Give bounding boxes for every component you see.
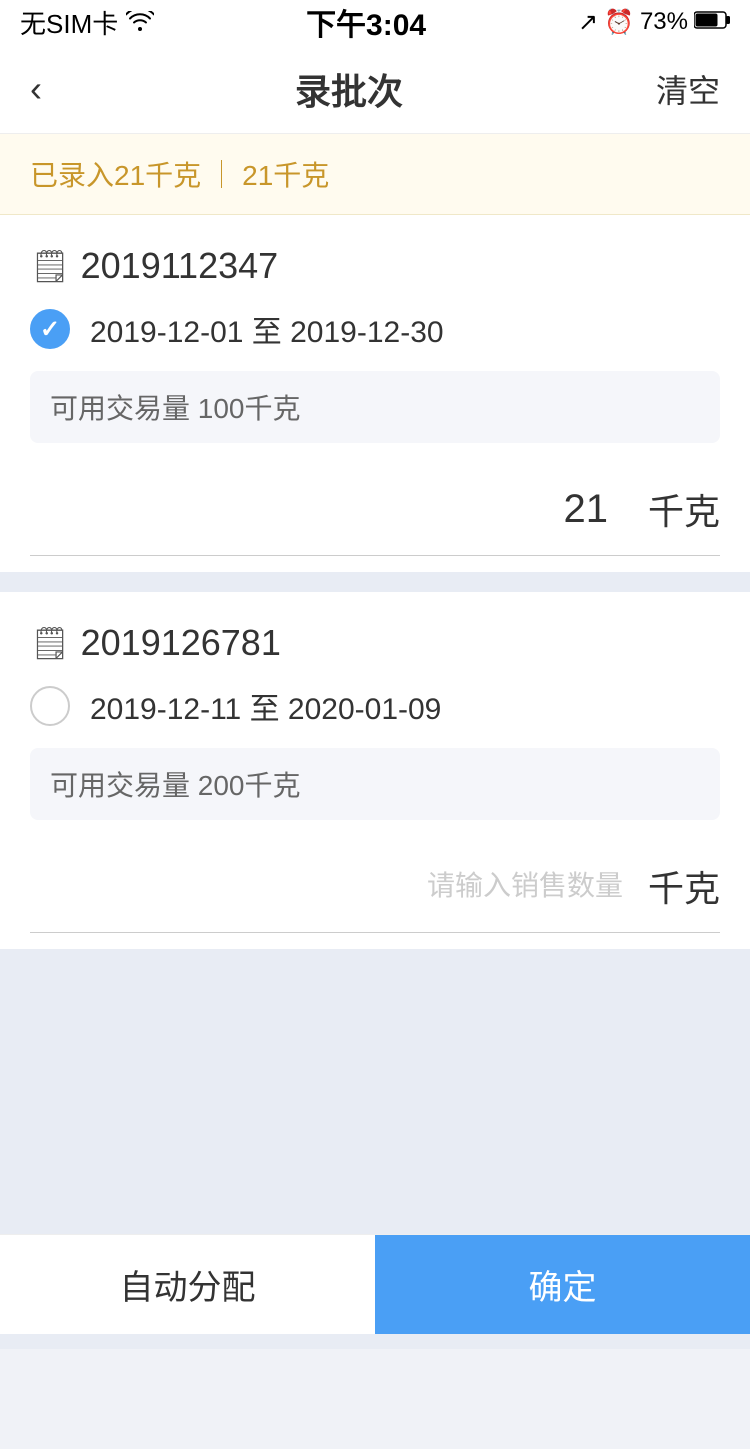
wifi-icon <box>126 7 154 38</box>
summary-bar: 已录入21千克 21千克 <box>0 134 750 215</box>
status-left: 无SIM卡 <box>20 4 154 41</box>
batch-card-2: 🗒 2019126781 2019-12-11 至 2020-01-09 可用交… <box>0 592 750 949</box>
nav-bar: ‹ 录批次 清空 <box>0 44 750 134</box>
quantity-input-2[interactable] <box>338 870 638 902</box>
batch-avail-2: 可用交易量 200千克 <box>30 748 720 820</box>
alarm-icon: ⏰ <box>604 8 634 37</box>
batch-radio-1[interactable] <box>30 309 70 349</box>
section-separator <box>0 572 750 592</box>
batch-header-1: 🗒 2019112347 <box>0 215 750 297</box>
summary-divider <box>221 160 222 188</box>
quantity-row-1: 21 千克 <box>0 463 750 555</box>
battery-label: 73% <box>640 8 688 36</box>
batch-header-2: 🗒 2019126781 <box>0 592 750 674</box>
confirm-button[interactable]: 确定 <box>375 1235 750 1334</box>
summary-value: 21千克 <box>242 154 329 194</box>
status-right: ↗ ⏰ 73% <box>578 8 730 37</box>
status-bar: 无SIM卡 下午3:04 ↗ ⏰ 73% <box>0 0 750 44</box>
batch-doc-icon-1: 🗒 <box>30 247 71 285</box>
auto-distribute-button[interactable]: 自动分配 <box>0 1235 375 1334</box>
bottom-bar: 自动分配 确定 <box>0 1234 750 1334</box>
batch-date-2: 2019-12-11 至 2020-01-09 <box>90 684 441 728</box>
no-sim-label: 无SIM卡 <box>20 4 118 41</box>
batch-radio-2[interactable] <box>30 686 70 726</box>
batch-card-1: 🗒 2019112347 2019-12-01 至 2019-12-30 可用交… <box>0 215 750 572</box>
location-icon: ↗ <box>578 8 598 37</box>
batch-avail-1: 可用交易量 100千克 <box>30 371 720 443</box>
batch-date-row-2: 2019-12-11 至 2020-01-09 <box>0 674 750 738</box>
batch-date-row-1: 2019-12-01 至 2019-12-30 <box>0 297 750 361</box>
status-time: 下午3:04 <box>306 0 426 44</box>
batch-id-2: 2019126781 <box>81 622 281 664</box>
quantity-unit-2: 千克 <box>648 860 720 912</box>
batch-doc-icon-2: 🗒 <box>30 624 71 662</box>
batch-id-1: 2019112347 <box>81 245 279 287</box>
back-button[interactable]: ‹ <box>30 68 42 110</box>
clear-button[interactable]: 清空 <box>656 66 720 112</box>
entered-value-1: 21 <box>563 487 608 532</box>
summary-label: 已录入21千克 <box>30 154 201 194</box>
page-title: 录批次 <box>295 63 403 115</box>
quantity-unit-1: 千克 <box>648 483 720 535</box>
quantity-row-2: 千克 <box>0 840 750 932</box>
battery-icon <box>694 8 730 36</box>
batch-date-1: 2019-12-01 至 2019-12-30 <box>90 307 444 351</box>
